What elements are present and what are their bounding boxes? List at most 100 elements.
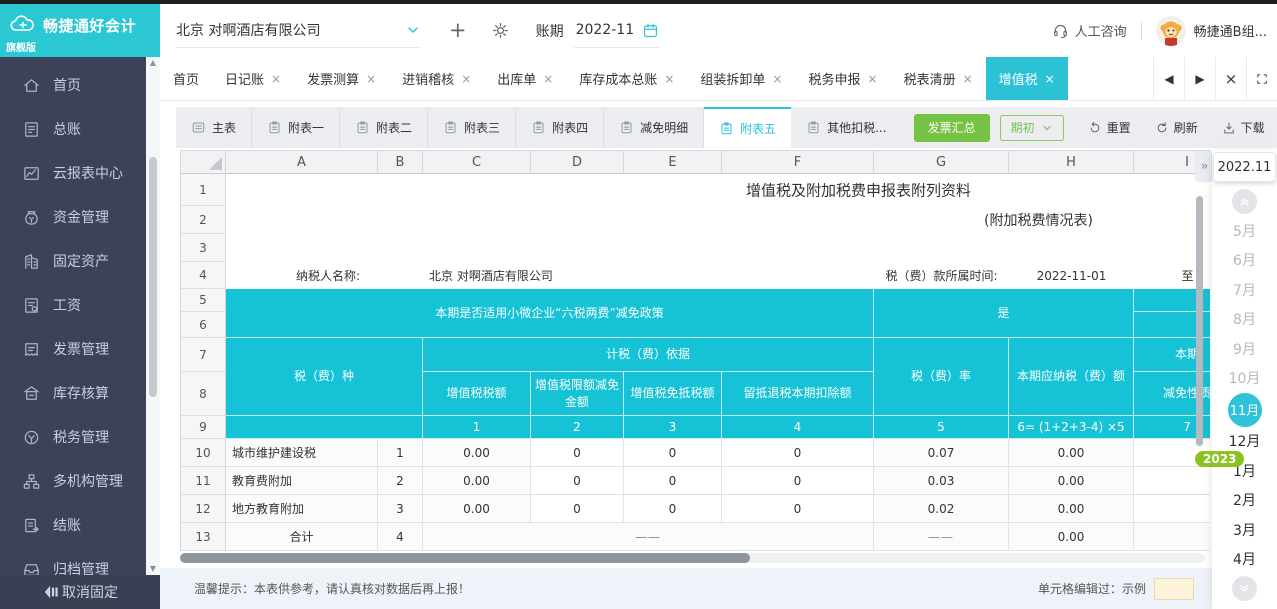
sidebar-item-general-ledger[interactable]: 总账: [0, 107, 146, 151]
col-header-a[interactable]: A: [226, 151, 378, 174]
sidebar-item-home[interactable]: 首页: [0, 63, 146, 107]
sidebar-item-fixed-assets[interactable]: 固定资产: [0, 239, 146, 283]
unpin-sidebar-button[interactable]: 取消固定: [0, 575, 160, 609]
scroll-up-arrow[interactable]: ▲: [146, 57, 160, 69]
editable-cell[interactable]: 0: [722, 439, 874, 467]
company-selector[interactable]: 北京 对啊酒店有限公司: [176, 13, 421, 48]
sheet-vertical-scrollbar[interactable]: [1196, 196, 1203, 446]
month-item-apr[interactable]: 4月: [1212, 545, 1277, 574]
close-icon[interactable]: ×: [868, 72, 878, 86]
subtab-main-sheet[interactable]: 主表: [176, 107, 253, 148]
tabs-close-button[interactable]: ×: [1215, 57, 1246, 100]
scroll-down-arrow[interactable]: ▼: [146, 563, 160, 575]
editable-cell[interactable]: 0: [531, 495, 624, 523]
col-header-f[interactable]: F: [722, 151, 874, 174]
close-icon[interactable]: ×: [543, 72, 553, 86]
month-item-oct[interactable]: 10月: [1212, 363, 1277, 392]
support-link[interactable]: 人工咨询: [1052, 21, 1127, 40]
editable-cell[interactable]: 0: [624, 495, 722, 523]
current-period-box[interactable]: 2022.11: [1213, 152, 1276, 182]
row-header[interactable]: 12: [181, 495, 226, 523]
month-item-jun[interactable]: 6月: [1212, 245, 1277, 274]
close-icon[interactable]: ×: [1045, 72, 1055, 86]
subtab-schedule-5-active[interactable]: 附表五: [704, 107, 792, 148]
close-icon[interactable]: ×: [271, 72, 281, 86]
settings-gear-icon[interactable]: [491, 21, 510, 40]
editable-cell[interactable]: 0: [722, 467, 874, 495]
col-header-h[interactable]: H: [1009, 151, 1134, 174]
tab-purchase-sales-audit[interactable]: 进销稽核 ×: [389, 57, 484, 100]
month-item-feb[interactable]: 2月: [1212, 486, 1277, 515]
editable-cell[interactable]: 0: [531, 467, 624, 495]
row-header[interactable]: 7: [181, 338, 226, 372]
month-item-may[interactable]: 5月: [1212, 216, 1277, 245]
month-item-jul[interactable]: 7月: [1212, 275, 1277, 304]
month-item-sep[interactable]: 9月: [1212, 334, 1277, 363]
row-header[interactable]: 2: [181, 206, 226, 234]
sheet-horizontal-scrollbar[interactable]: [180, 553, 1205, 563]
period-selector[interactable]: 2022-11: [573, 13, 662, 48]
sheet-corner-select-all[interactable]: [181, 151, 226, 174]
scroll-months-down-icon[interactable]: [1232, 576, 1257, 601]
horizontal-scrollbar-thumb[interactable]: [180, 553, 750, 563]
scroll-months-up-icon[interactable]: [1232, 189, 1257, 214]
sidebar-item-payroll[interactable]: 工资: [0, 283, 146, 327]
sidebar-item-invoices[interactable]: 发票管理: [0, 327, 146, 371]
sidebar-item-closing[interactable]: 结账: [0, 503, 146, 547]
col-header-b[interactable]: B: [378, 151, 423, 174]
subtab-schedule-1[interactable]: 附表一: [252, 107, 341, 148]
download-button[interactable]: 下载: [1222, 119, 1265, 136]
close-icon[interactable]: ×: [963, 72, 973, 86]
invoice-summary-button[interactable]: 发票汇总: [913, 113, 990, 142]
tab-vat-active[interactable]: 增值税 ×: [985, 57, 1068, 100]
tab-invoice-calc[interactable]: 发票测算 ×: [294, 57, 389, 100]
subtab-exemption-detail[interactable]: 减免明细: [604, 107, 705, 148]
sidebar-scrollbar-thumb[interactable]: [149, 157, 157, 397]
close-icon[interactable]: ×: [772, 72, 782, 86]
reset-button[interactable]: 重置: [1088, 119, 1131, 136]
col-header-g[interactable]: G: [874, 151, 1009, 174]
tab-journal[interactable]: 日记账 ×: [212, 57, 294, 100]
subtab-other-deduction[interactable]: 其他扣税...: [791, 107, 901, 148]
row-header[interactable]: 13: [181, 523, 226, 551]
row-header[interactable]: 5: [181, 289, 226, 312]
row-header[interactable]: 11: [181, 467, 226, 495]
sidebar-item-funds[interactable]: 资金管理: [0, 195, 146, 239]
tab-home[interactable]: 首页: [160, 57, 212, 100]
month-item-aug[interactable]: 8月: [1212, 304, 1277, 333]
close-icon[interactable]: ×: [461, 72, 471, 86]
col-header-e[interactable]: E: [624, 151, 722, 174]
sidebar-item-multi-org[interactable]: 多机构管理: [0, 459, 146, 503]
row-header[interactable]: 10: [181, 439, 226, 467]
tabs-next-button[interactable]: ▶: [1184, 57, 1215, 100]
close-icon[interactable]: ×: [664, 72, 674, 86]
policy-answer-cell[interactable]: 是: [874, 289, 1134, 338]
editable-cell[interactable]: 0: [722, 495, 874, 523]
month-item-mar[interactable]: 3月: [1212, 515, 1277, 544]
editable-cell[interactable]: 0: [624, 439, 722, 467]
tab-inventory-cost-ledger[interactable]: 库存成本总账 ×: [566, 57, 687, 100]
fullscreen-icon[interactable]: [1246, 57, 1277, 100]
tab-outbound-order[interactable]: 出库单 ×: [484, 57, 566, 100]
row-header[interactable]: 8: [181, 372, 226, 416]
editable-cell[interactable]: 0: [624, 467, 722, 495]
sidebar-item-tax[interactable]: 税务管理: [0, 415, 146, 459]
subtab-schedule-3[interactable]: 附表三: [428, 107, 517, 148]
col-header-d[interactable]: D: [531, 151, 624, 174]
row-header[interactable]: 4: [181, 262, 226, 289]
editable-cell[interactable]: [1134, 467, 1210, 495]
opening-balance-button[interactable]: 期初: [999, 114, 1064, 141]
editable-cell[interactable]: 0: [531, 439, 624, 467]
tab-tax-register[interactable]: 税表清册 ×: [891, 57, 986, 100]
tab-tax-filing[interactable]: 税务申报 ×: [795, 57, 890, 100]
user-avatar[interactable]: [1155, 15, 1186, 46]
row-header[interactable]: 3: [181, 234, 226, 262]
close-icon[interactable]: ×: [366, 72, 376, 86]
month-item-nov-active[interactable]: 11月: [1212, 392, 1277, 427]
subtab-schedule-2[interactable]: 附表二: [340, 107, 429, 148]
row-header[interactable]: 6: [181, 312, 226, 338]
sidebar-scrollbar[interactable]: ▲ ▼: [146, 57, 160, 575]
tab-assembly-order[interactable]: 组装拆卸单 ×: [687, 57, 795, 100]
col-header-c[interactable]: C: [423, 151, 531, 174]
sidebar-item-cloud-reports[interactable]: 云报表中心: [0, 151, 146, 195]
